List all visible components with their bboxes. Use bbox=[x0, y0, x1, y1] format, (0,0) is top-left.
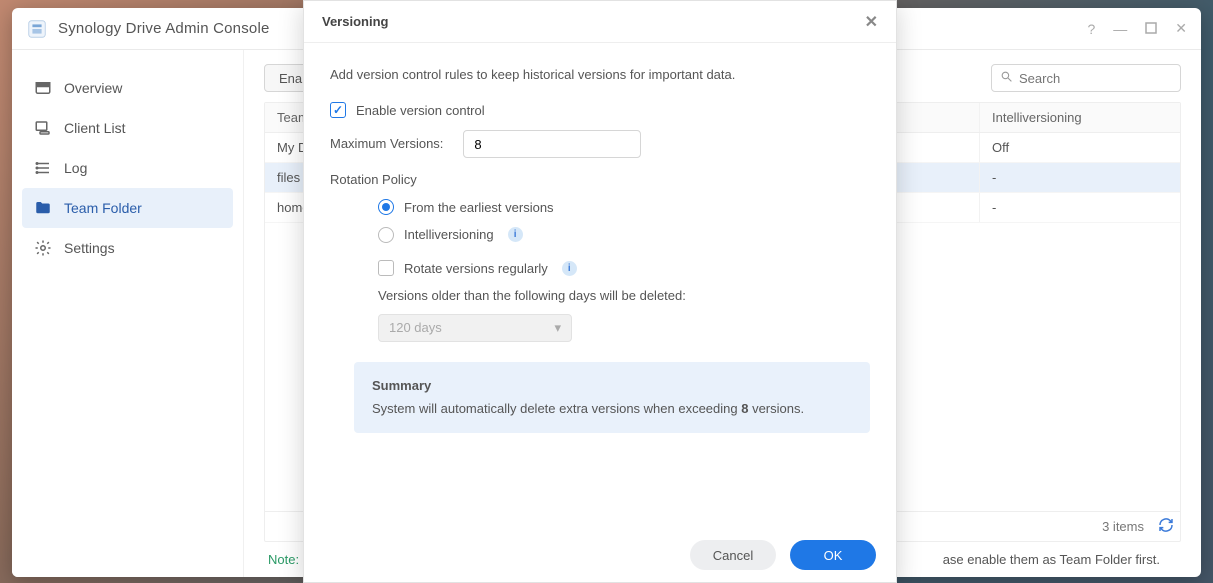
rotation-policy-label: Rotation Policy bbox=[330, 170, 870, 190]
dialog-header: Versioning ✕ bbox=[304, 1, 896, 43]
dialog-description: Add version control rules to keep histor… bbox=[330, 65, 870, 85]
overview-icon bbox=[34, 79, 52, 97]
radio-intelliversioning[interactable] bbox=[378, 227, 394, 243]
radio-earliest[interactable] bbox=[378, 199, 394, 215]
settings-icon bbox=[34, 239, 52, 257]
versioning-dialog: Versioning ✕ Add version control rules t… bbox=[303, 0, 897, 583]
note-label: Note: bbox=[268, 552, 299, 567]
max-versions-input[interactable] bbox=[463, 130, 641, 158]
sidebar: Overview Client List Log Team Folder Set… bbox=[12, 50, 244, 577]
sidebar-item-label: Client List bbox=[64, 120, 125, 136]
clientlist-icon bbox=[34, 119, 52, 137]
dialog-title: Versioning bbox=[322, 14, 388, 29]
col-intelli[interactable]: Intelliversioning bbox=[980, 103, 1180, 132]
search-icon bbox=[1000, 70, 1013, 86]
sidebar-item-label: Overview bbox=[64, 80, 122, 96]
enable-version-label: Enable version control bbox=[356, 101, 485, 121]
search-input[interactable] bbox=[1019, 71, 1195, 86]
sidebar-item-log[interactable]: Log bbox=[22, 148, 233, 188]
enable-version-checkbox[interactable] bbox=[330, 102, 346, 118]
note-tail: ase enable them as Team Folder first. bbox=[943, 552, 1160, 567]
sidebar-item-teamfolder[interactable]: Team Folder bbox=[22, 188, 233, 228]
radio-earliest-label: From the earliest versions bbox=[404, 198, 554, 218]
info-icon[interactable]: i bbox=[508, 227, 523, 242]
item-count: 3 items bbox=[1102, 519, 1144, 534]
sidebar-item-label: Settings bbox=[64, 240, 115, 256]
close-icon[interactable]: ✕ bbox=[865, 12, 878, 32]
teamfolder-icon bbox=[34, 199, 52, 217]
radio-intelliversioning-label: Intelliversioning bbox=[404, 225, 494, 245]
rotate-regularly-label: Rotate versions regularly bbox=[404, 259, 548, 279]
sidebar-item-label: Log bbox=[64, 160, 87, 176]
rotate-days-select: 120 days ▾ bbox=[378, 314, 572, 342]
summary-title: Summary bbox=[372, 376, 852, 396]
info-icon[interactable]: i bbox=[562, 261, 577, 276]
sidebar-item-clientlist[interactable]: Client List bbox=[22, 108, 233, 148]
rotate-desc: Versions older than the following days w… bbox=[378, 286, 870, 306]
sidebar-item-settings[interactable]: Settings bbox=[22, 228, 233, 268]
sidebar-item-overview[interactable]: Overview bbox=[22, 68, 233, 108]
max-versions-label: Maximum Versions: bbox=[330, 134, 443, 154]
app-title: Synology Drive Admin Console bbox=[58, 20, 270, 37]
log-icon bbox=[34, 159, 52, 177]
rotate-regularly-checkbox[interactable] bbox=[378, 260, 394, 276]
maximize-icon[interactable] bbox=[1145, 21, 1157, 37]
close-icon[interactable]: ✕ bbox=[1175, 20, 1187, 37]
refresh-icon[interactable] bbox=[1158, 517, 1174, 536]
summary-text: System will automatically delete extra v… bbox=[372, 399, 852, 419]
search-box[interactable] bbox=[991, 64, 1181, 92]
summary-box: Summary System will automatically delete… bbox=[354, 362, 870, 433]
ok-button[interactable]: OK bbox=[790, 540, 876, 570]
minimize-icon[interactable]: — bbox=[1113, 21, 1127, 37]
app-icon bbox=[26, 18, 48, 40]
chevron-down-icon: ▾ bbox=[554, 318, 561, 338]
help-icon[interactable]: ? bbox=[1087, 21, 1095, 37]
sidebar-item-label: Team Folder bbox=[64, 200, 142, 216]
cancel-button[interactable]: Cancel bbox=[690, 540, 776, 570]
